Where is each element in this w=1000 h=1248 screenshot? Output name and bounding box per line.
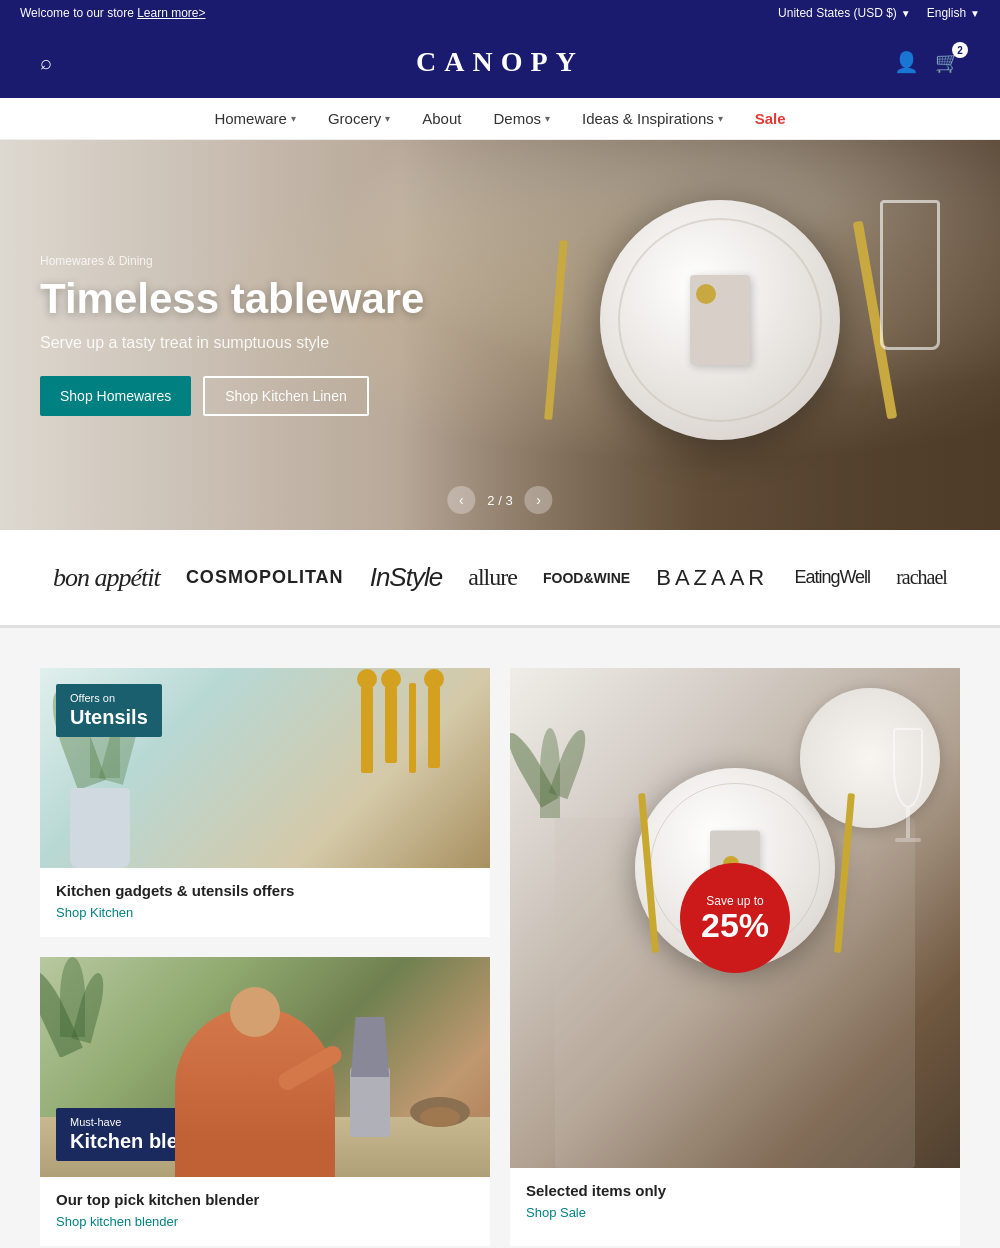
cart-icon[interactable]: 🛒 2 (935, 50, 960, 74)
card-tableware: Save up to 25% Selected items only Shop … (510, 668, 960, 1246)
hero-next-button[interactable]: › (525, 486, 553, 514)
card-blender: Must-have Kitchen blender Our top pick k… (40, 957, 490, 1246)
brand-allure: allure (468, 564, 517, 591)
blender-title: Our top pick kitchen blender (56, 1191, 474, 1208)
hero-prev-button[interactable]: ‹ (447, 486, 475, 514)
tableware-card-image: Save up to 25% (510, 668, 960, 1168)
tableware-save-badge: Save up to 25% (680, 863, 790, 973)
brand-bazaar: BAZAAR (656, 565, 768, 591)
grocery-dropdown-arrow: ▾ (385, 113, 390, 124)
nav-ideas[interactable]: Ideas & Inspirations ▾ (582, 110, 723, 127)
utensils-badge-title: Offers on (70, 692, 148, 704)
nav-about[interactable]: About (422, 110, 461, 127)
hero-buttons: Shop Homewares Shop Kitchen Linen (40, 376, 424, 416)
ideas-dropdown-arrow: ▾ (718, 113, 723, 124)
hero-content: Homewares & Dining Timeless tableware Se… (40, 254, 424, 416)
blender-card-image: Must-have Kitchen blender (40, 957, 490, 1177)
region-selector[interactable]: United States (USD $) ▼ (778, 6, 911, 20)
shop-homewares-button[interactable]: Shop Homewares (40, 376, 191, 416)
hero-glass-decoration (880, 200, 940, 350)
save-percentage: 25% (701, 908, 769, 942)
utensils-link[interactable]: Shop Kitchen (56, 905, 133, 920)
tableware-link[interactable]: Shop Sale (526, 1205, 586, 1220)
homeware-dropdown-arrow: ▾ (291, 113, 296, 124)
hero-title: Timeless tableware (40, 276, 424, 322)
card-utensils: Offers on Utensils Kitchen gadgets & ute… (40, 668, 490, 937)
top-bar-right: United States (USD $) ▼ English ▼ (778, 6, 980, 20)
hero-subtitle: Serve up a tasty treat in sumptuous styl… (40, 334, 424, 352)
blender-link[interactable]: Shop kitchen blender (56, 1214, 178, 1229)
brand-rachael: rachael (896, 566, 947, 589)
learn-more-link[interactable]: Learn more> (137, 6, 205, 20)
region-dropdown-arrow: ▼ (901, 8, 911, 19)
tableware-title: Selected items only (526, 1182, 944, 1199)
language-dropdown-arrow: ▼ (970, 8, 980, 19)
utensils-badge-product: Utensils (70, 706, 148, 729)
hero-counter: 2 / 3 (487, 493, 512, 508)
demos-dropdown-arrow: ▾ (545, 113, 550, 124)
hero-breadcrumb: Homewares & Dining (40, 254, 424, 268)
blender-info: Our top pick kitchen blender Shop kitche… (40, 1177, 490, 1246)
hero-plate-decoration (600, 200, 840, 440)
brand-eatingwell: EatingWell (794, 567, 870, 588)
header: ⌕ CANOPY 👤 🛒 2 (0, 26, 1000, 98)
nav-homeware[interactable]: Homeware ▾ (214, 110, 296, 127)
real-product-section: Offers on Utensils Kitchen gadgets & ute… (0, 628, 1000, 1248)
utensils-offer-badge: Offers on Utensils (56, 684, 162, 737)
brands-bar: bon appétit COSMOPOLITAN InStyle allure … (0, 530, 1000, 628)
utensils-title: Kitchen gadgets & utensils offers (56, 882, 474, 899)
brand-instyle: InStyle (370, 562, 443, 593)
hero-banner: Homewares & Dining Timeless tableware Se… (0, 140, 1000, 530)
shop-kitchen-linen-button[interactable]: Shop Kitchen Linen (203, 376, 368, 416)
header-right: 👤 🛒 2 (894, 50, 960, 74)
tableware-info: Selected items only Shop Sale (510, 1168, 960, 1237)
language-selector[interactable]: English ▼ (927, 6, 980, 20)
search-icon[interactable]: ⌕ (40, 51, 52, 74)
header-left: ⌕ (40, 51, 52, 74)
utensils-card-image: Offers on Utensils (40, 668, 490, 868)
main-nav: Homeware ▾ Grocery ▾ About Demos ▾ Ideas… (0, 98, 1000, 140)
brand-food-wine: FOOD&WINE (543, 570, 630, 586)
nav-demos[interactable]: Demos ▾ (493, 110, 550, 127)
hero-navigation: ‹ 2 / 3 › (447, 486, 552, 514)
top-bar: Welcome to our store Learn more> United … (0, 0, 1000, 26)
logo[interactable]: CANOPY (416, 46, 584, 78)
brand-cosmopolitan: COSMOPOLITAN (186, 567, 344, 588)
real-product-grid: Offers on Utensils Kitchen gadgets & ute… (40, 668, 960, 1246)
utensils-info: Kitchen gadgets & utensils offers Shop K… (40, 868, 490, 937)
account-icon[interactable]: 👤 (894, 50, 919, 74)
nav-sale[interactable]: Sale (755, 110, 786, 127)
cart-count: 2 (952, 42, 968, 58)
brand-bon-appetit: bon appétit (53, 563, 160, 593)
nav-grocery[interactable]: Grocery ▾ (328, 110, 390, 127)
welcome-message: Welcome to our store Learn more> (20, 6, 206, 20)
